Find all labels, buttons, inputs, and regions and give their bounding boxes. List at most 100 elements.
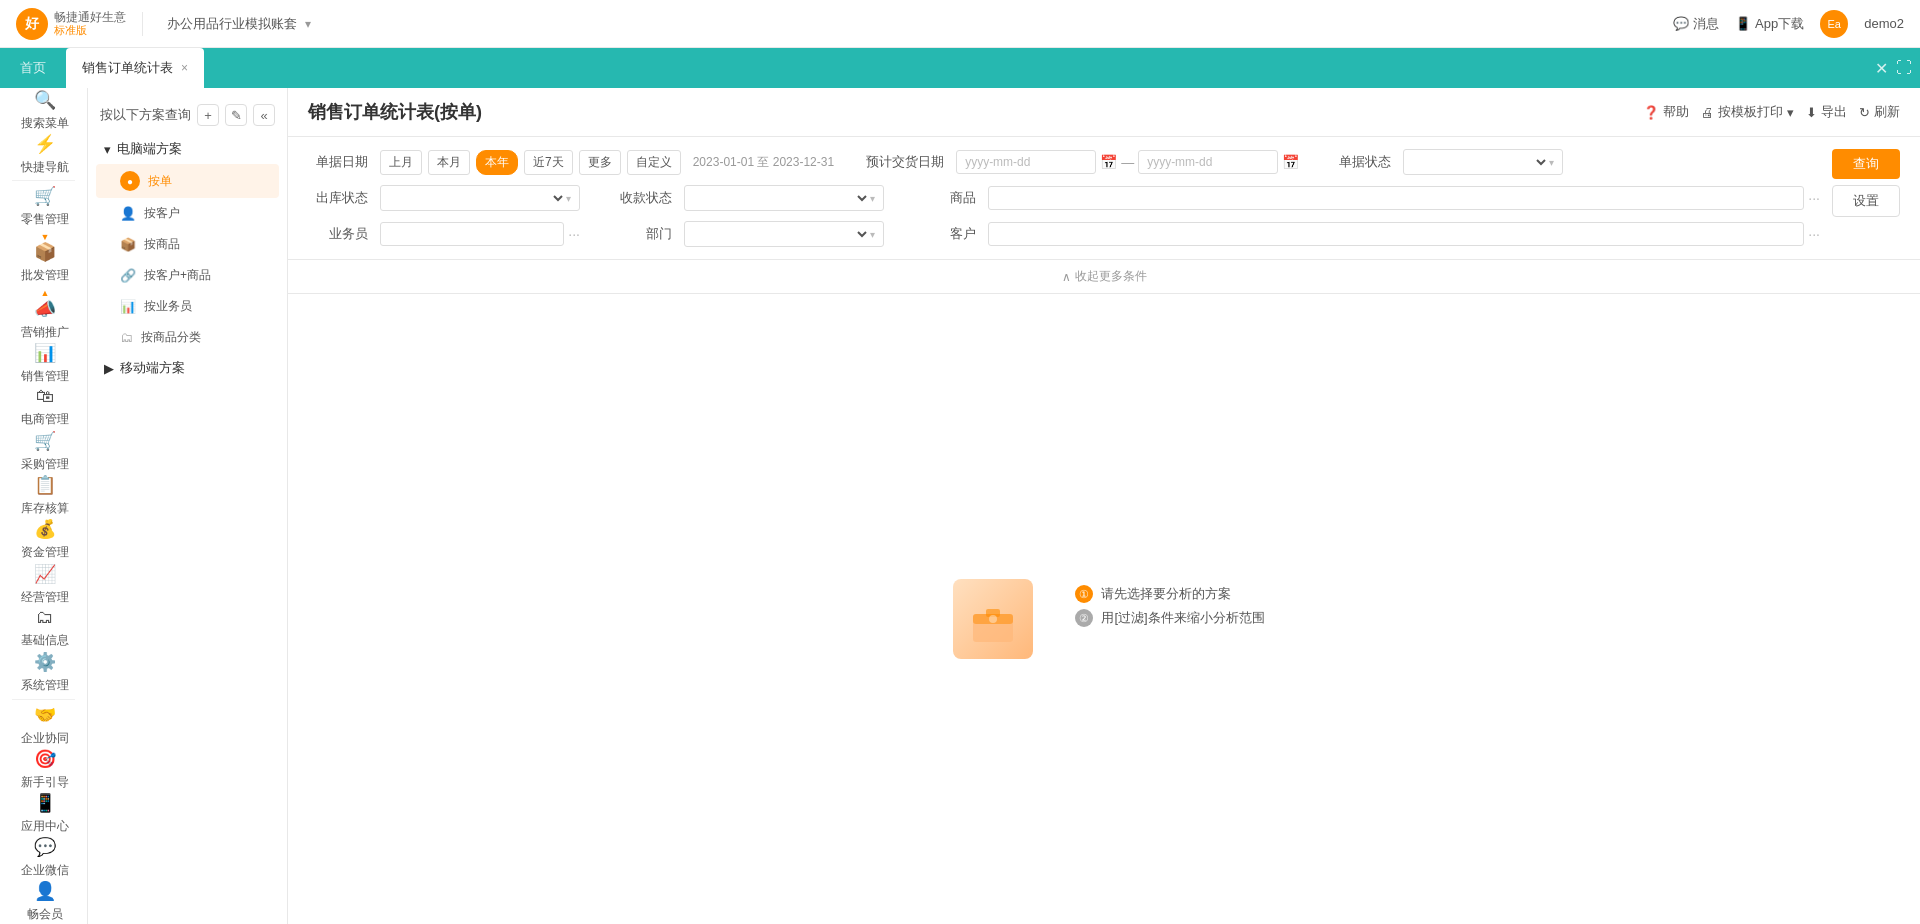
scheme-item-按单[interactable]: ● 按单 — [96, 164, 279, 198]
pc-scheme-label: 电脑端方案 — [117, 140, 182, 158]
sidebar-item-basic[interactable]: 🗂 基础信息 — [0, 606, 87, 650]
search-icon: 🔍 — [34, 89, 56, 111]
pc-scheme-header[interactable]: ▾ 电脑端方案 — [96, 134, 279, 164]
tip-num-1: ① — [1075, 585, 1093, 603]
edit-scheme-btn[interactable]: ✎ — [225, 104, 247, 126]
export-label: 导出 — [1821, 103, 1847, 121]
sidebar-item-enterprise[interactable]: 🤝 企业协同 — [0, 703, 87, 747]
payment-label: 收款状态 — [612, 189, 672, 207]
mobile-scheme-label: 移动端方案 — [120, 359, 185, 377]
app-download-action[interactable]: 📱 App下载 — [1735, 15, 1804, 33]
dept-select[interactable] — [693, 226, 870, 242]
goods-input[interactable] — [988, 186, 1804, 210]
sidebar-item-member[interactable]: 👤 畅会员 — [0, 880, 87, 924]
sidebar-item-quick-nav[interactable]: ⚡ 快捷导航 — [0, 132, 87, 176]
help-action[interactable]: ❓ 帮助 — [1643, 103, 1689, 121]
payment-select-wrapper[interactable]: ▾ — [684, 185, 884, 211]
tab-home[interactable]: 首页 — [0, 48, 66, 88]
status-select-wrapper[interactable]: ▾ — [1403, 149, 1563, 175]
scheme-item-按客户商品[interactable]: 🔗 按客户+商品 — [96, 260, 279, 291]
sidebar-label-newbie: 新手引导 — [21, 774, 69, 791]
customer-input[interactable] — [988, 222, 1804, 246]
user-avatar[interactable]: Ea — [1820, 10, 1848, 38]
settings-button[interactable]: 设置 — [1832, 185, 1900, 217]
scheme-badge-按单: ● — [120, 171, 140, 191]
box-svg — [968, 594, 1018, 644]
goods-more-icon[interactable]: ··· — [1808, 190, 1820, 206]
expected-date-label: 预计交货日期 — [866, 153, 944, 171]
empty-tip-2-text: 用[过滤]条件来缩小分析范围 — [1101, 609, 1264, 627]
sidebar-label-retail: 零售管理 — [21, 211, 69, 228]
date-btn-last-7[interactable]: 近7天 — [524, 150, 573, 175]
scheme-label-按商品: 按商品 — [144, 236, 180, 253]
quick-nav-icon: ⚡ — [34, 133, 56, 155]
collapse-btn[interactable]: ∧ 收起更多条件 — [1062, 268, 1147, 285]
page-content: 销售订单统计表(按单) ❓ 帮助 🖨 按模板打印 ▾ ⬇ — [288, 88, 1920, 924]
customer-more-icon[interactable]: ··· — [1808, 226, 1820, 242]
date-btn-custom[interactable]: 自定义 — [627, 150, 681, 175]
filter-actions: 查询 设置 — [1832, 149, 1900, 217]
sidebar-item-wholesale[interactable]: 📦 批发管理 ▲ — [0, 241, 87, 297]
date-range-text: 2023-01-01 至 2023-12-31 — [693, 154, 834, 171]
status-select[interactable] — [1412, 154, 1549, 170]
tab-bar: 首页 销售订单统计表 × ✕ ⛶ — [0, 48, 1920, 88]
sidebar-item-operation[interactable]: 📈 经营管理 — [0, 562, 87, 606]
date-btn-more[interactable]: 更多 — [579, 150, 621, 175]
payment-select[interactable] — [693, 190, 870, 206]
print-action[interactable]: 🖨 按模板打印 ▾ — [1701, 103, 1794, 121]
scheme-icon-按客户商品: 🔗 — [120, 268, 136, 283]
sidebar-item-search[interactable]: 🔍 搜索菜单 — [0, 88, 87, 132]
collapse-panel-btn[interactable]: « — [253, 104, 275, 126]
sidebar-item-sales[interactable]: 📊 销售管理 — [0, 341, 87, 385]
sidebar-item-wechat[interactable]: 💬 企业微信 — [0, 836, 87, 880]
print-dropdown-arrow[interactable]: ▾ — [1787, 105, 1794, 120]
sidebar-item-newbie[interactable]: 🎯 新手引导 — [0, 747, 87, 791]
date-btn-this-month[interactable]: 本月 — [428, 150, 470, 175]
logo-area[interactable]: 好 畅捷通好生意 标准版 — [16, 8, 126, 40]
search-button[interactable]: 查询 — [1832, 149, 1900, 179]
date-btn-last-month[interactable]: 上月 — [380, 150, 422, 175]
dept-select-wrapper[interactable]: ▾ — [684, 221, 884, 247]
sidebar-item-finance[interactable]: 💰 资金管理 — [0, 518, 87, 562]
goods-label: 商品 — [916, 189, 976, 207]
expected-date-start[interactable] — [956, 150, 1096, 174]
sidebar-item-appcenter[interactable]: 📱 应用中心 — [0, 792, 87, 836]
collapse-bar[interactable]: ∧ 收起更多条件 — [288, 260, 1920, 294]
scheme-item-按商品分类[interactable]: 🗂 按商品分类 — [96, 322, 279, 353]
refresh-label: 刷新 — [1874, 103, 1900, 121]
window-maximize-btn[interactable]: ⛶ — [1896, 59, 1912, 77]
tab-close-icon[interactable]: × — [181, 61, 188, 75]
sidebar-item-marketing[interactable]: 📣 营销推广 — [0, 297, 87, 341]
sidebar-item-ecommerce[interactable]: 🛍 电商管理 — [0, 385, 87, 429]
refresh-action[interactable]: ↻ 刷新 — [1859, 103, 1900, 121]
delivery-select-wrapper[interactable]: ▾ — [380, 185, 580, 211]
export-action[interactable]: ⬇ 导出 — [1806, 103, 1847, 121]
date-btn-this-year[interactable]: 本年 — [476, 150, 518, 175]
sidebar-item-system[interactable]: ⚙️ 系统管理 — [0, 650, 87, 694]
add-scheme-btn[interactable]: + — [197, 104, 219, 126]
sidebar-label-member: 畅会员 — [27, 906, 63, 923]
payment-select-arrow: ▾ — [870, 193, 875, 204]
dept-select-arrow: ▾ — [870, 229, 875, 240]
mobile-scheme-header[interactable]: ▶ 移动端方案 — [96, 353, 279, 383]
delivery-select[interactable] — [389, 190, 566, 206]
sidebar-item-purchase[interactable]: 🛒 采购管理 — [0, 430, 87, 474]
sidebar-label-system: 系统管理 — [21, 677, 69, 694]
sidebar-item-inventory[interactable]: 📋 库存核算 — [0, 474, 87, 518]
scheme-item-按业务员[interactable]: 📊 按业务员 — [96, 291, 279, 322]
sidebar-item-retail[interactable]: 🛒 零售管理 ▼ — [0, 185, 87, 241]
empty-illustration — [943, 559, 1043, 659]
system-icon: ⚙️ — [34, 651, 56, 673]
expected-date-end[interactable] — [1138, 150, 1278, 174]
salesman-more-icon[interactable]: ··· — [568, 226, 580, 242]
salesman-input[interactable] — [380, 222, 564, 246]
app-dropdown-arrow[interactable]: ▾ — [305, 17, 311, 31]
message-action[interactable]: 💬 消息 — [1673, 15, 1719, 33]
scheme-item-按商品[interactable]: 📦 按商品 — [96, 229, 279, 260]
scheme-item-按客户[interactable]: 👤 按客户 — [96, 198, 279, 229]
active-tab-label: 销售订单统计表 — [82, 59, 173, 77]
sidebar-label-quick-nav: 快捷导航 — [21, 159, 69, 176]
tab-sales-stats[interactable]: 销售订单统计表 × — [66, 48, 204, 88]
window-close-btn[interactable]: ✕ — [1875, 59, 1888, 78]
finance-icon: 💰 — [34, 518, 56, 540]
